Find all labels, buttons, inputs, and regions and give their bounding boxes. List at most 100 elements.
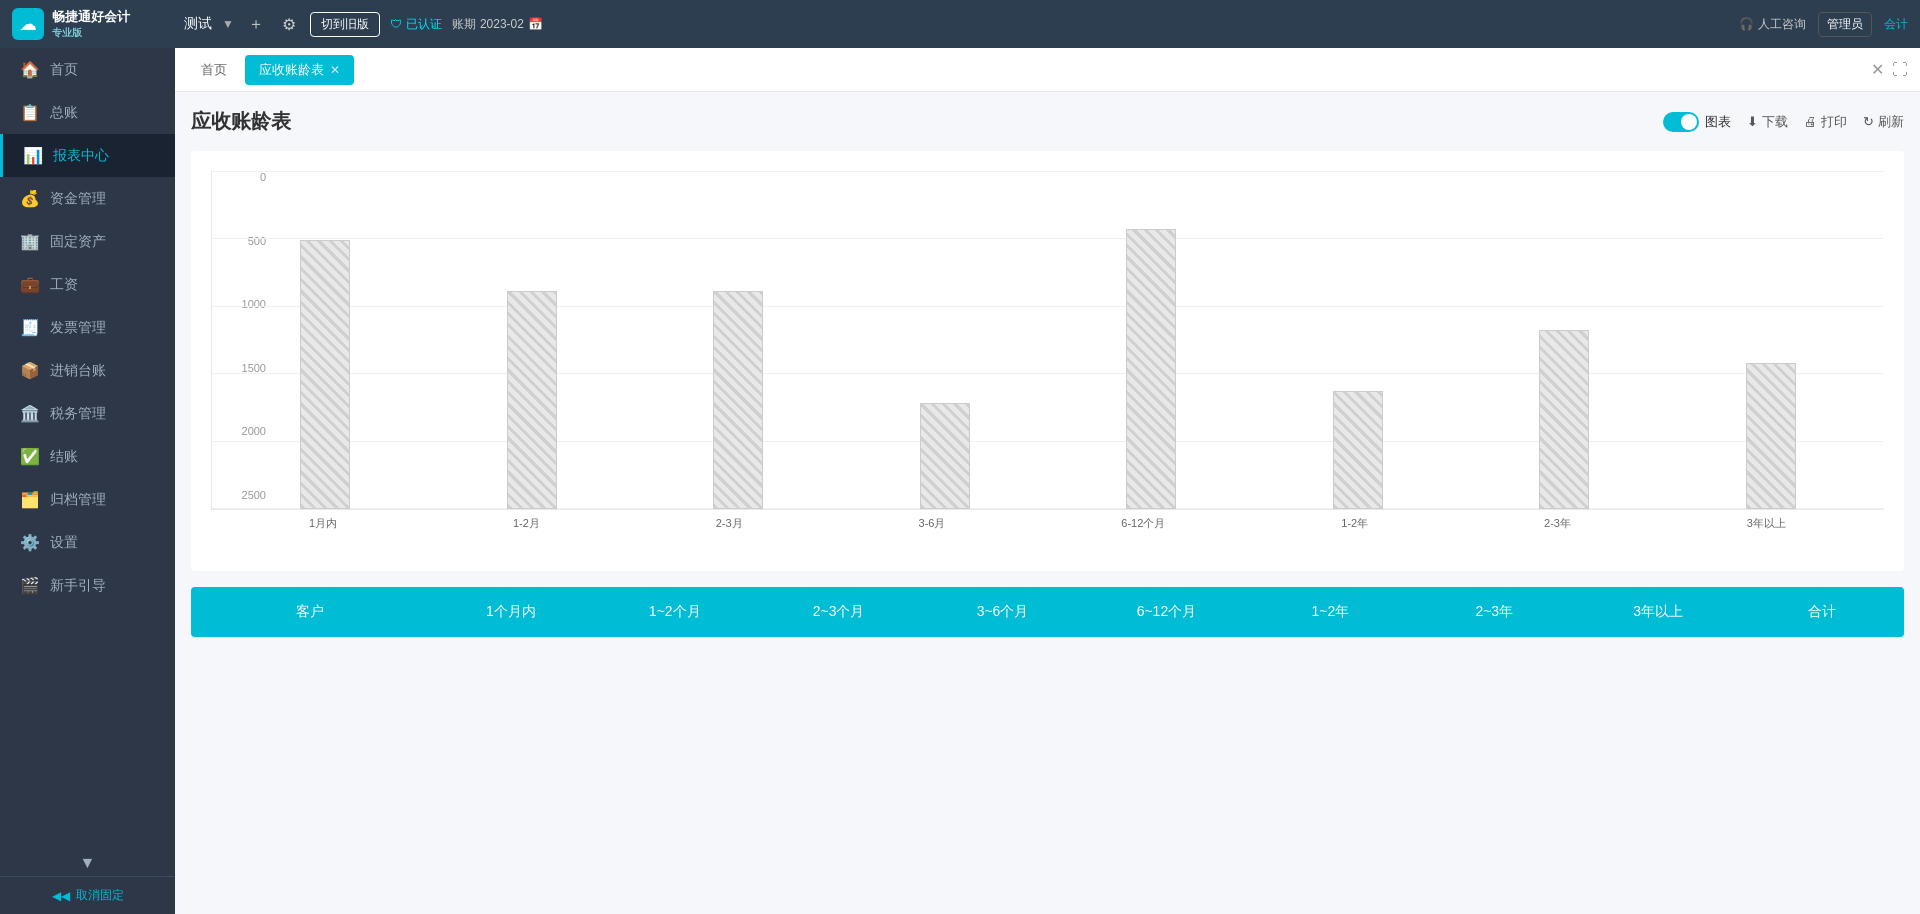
chart-inner: 1月内1-2月2-3月3-6月6-12个月1-2年2-3年3年以上 [211, 171, 1884, 531]
bar [507, 291, 557, 509]
sidebar-label-settings: 设置 [50, 534, 78, 552]
table-header-cell: 3年以上 [1576, 587, 1740, 637]
bar [1539, 330, 1589, 509]
period-info: 账期 2023-02 📅 [452, 16, 543, 33]
bar-group [507, 291, 557, 509]
tab-actions: ✕ ⛶ [1871, 60, 1908, 79]
chart-container: 25002000150010005000 [191, 151, 1904, 571]
table-header-cell: 6~12个月 [1084, 587, 1248, 637]
sidebar-item-invoice[interactable]: 🧾 发票管理 [0, 306, 175, 349]
dropdown-icon[interactable]: ▼ [222, 17, 234, 31]
sidebar-icon-archive: 🗂️ [20, 490, 40, 509]
sidebar-item-salary[interactable]: 💼 工资 [0, 263, 175, 306]
tab-home[interactable]: 首页 [187, 55, 241, 85]
sidebar-item-ledger[interactable]: 📋 总账 [0, 91, 175, 134]
sidebar-label-closing: 结账 [50, 448, 78, 466]
workspace-name: 测试 [184, 15, 212, 33]
certified-text: 已认证 [406, 16, 442, 33]
sidebar-scroll: 🏠 首页 📋 总账 📊 报表中心 💰 资金管理 🏢 固定资产 💼 工资 🧾 发票… [0, 48, 175, 850]
sidebar-item-settings[interactable]: ⚙️ 设置 [0, 521, 175, 564]
unfix-icon: ◀◀ [52, 889, 70, 903]
table-header-cell: 2~3年 [1412, 587, 1576, 637]
sidebar-item-funds[interactable]: 💰 资金管理 [0, 177, 175, 220]
main-layout: 🏠 首页 📋 总账 📊 报表中心 💰 资金管理 🏢 固定资产 💼 工资 🧾 发票… [0, 48, 1920, 914]
shield-icon: 🛡 [390, 17, 402, 31]
sidebar-label-ledger: 总账 [50, 104, 78, 122]
logo-area: ☁ 畅捷通好会计 专业版 [12, 8, 172, 40]
sidebar-icon-tax: 🏛️ [20, 404, 40, 423]
print-button[interactable]: 🖨 打印 [1804, 113, 1847, 131]
print-icon: 🖨 [1804, 114, 1817, 129]
download-button[interactable]: ⬇ 下载 [1747, 113, 1788, 131]
x-label: 2-3月 [716, 516, 743, 531]
table-header-cell: 1~2个月 [593, 587, 757, 637]
bar [713, 291, 763, 509]
add-button[interactable]: ＋ [244, 10, 268, 39]
close-tab-button[interactable]: ✕ [1871, 60, 1884, 79]
tab-bar: 首页应收账龄表 ✕ ✕ ⛶ [175, 48, 1920, 92]
x-label: 3年以上 [1747, 516, 1786, 531]
settings-icon[interactable]: ⚙ [278, 11, 300, 38]
logo-title: 畅捷通好会计 [52, 8, 130, 26]
bar-group [713, 291, 763, 509]
tab-close-btn[interactable]: ✕ [330, 63, 340, 77]
sidebar-icon-guide: 🎬 [20, 576, 40, 595]
bars-row [212, 171, 1884, 509]
switch-version-button[interactable]: 切到旧版 [310, 12, 380, 37]
sidebar-scroll-down[interactable]: ▼ [0, 850, 175, 876]
expand-button[interactable]: ⛶ [1892, 61, 1908, 79]
bar [1746, 363, 1796, 509]
sidebar-label-invoice: 发票管理 [50, 319, 106, 337]
x-label: 1月内 [309, 516, 337, 531]
sidebar-item-reports[interactable]: 📊 报表中心 [0, 134, 175, 177]
sidebar-label-salary: 工资 [50, 276, 78, 294]
role-button[interactable]: 会计 [1884, 16, 1908, 33]
refresh-icon: ↻ [1863, 114, 1874, 129]
refresh-button[interactable]: ↻ 刷新 [1863, 113, 1904, 131]
sidebar-icon-home: 🏠 [20, 60, 40, 79]
consult-button[interactable]: 🎧 人工咨询 [1739, 16, 1806, 33]
table-header-row: 客户1个月内1~2个月2~3个月3~6个月6~12个月1~2年2~3年3年以上合… [191, 587, 1904, 637]
table-header-cell: 2~3个月 [757, 587, 921, 637]
sidebar-icon-trade: 📦 [20, 361, 40, 380]
toggle-label: 图表 [1705, 113, 1731, 131]
unfix-button[interactable]: ◀◀ 取消固定 [0, 876, 175, 914]
content-area: 首页应收账龄表✕ ✕ ⛶ 应收账龄表 图表 ⬇ 下载 [175, 48, 1920, 914]
sidebar-item-guide[interactable]: 🎬 新手引导 [0, 564, 175, 607]
sidebar-icon-funds: 💰 [20, 189, 40, 208]
sidebar-item-archive[interactable]: 🗂️ 归档管理 [0, 478, 175, 521]
period-value: 2023-02 [480, 17, 524, 31]
bar-group [1126, 229, 1176, 509]
sidebar-item-assets[interactable]: 🏢 固定资产 [0, 220, 175, 263]
table-header-cell: 1个月内 [429, 587, 593, 637]
bar [920, 403, 970, 509]
x-label: 2-3年 [1544, 516, 1571, 531]
bar-group [1746, 363, 1796, 509]
sidebar-label-assets: 固定资产 [50, 233, 106, 251]
bar-group [1333, 391, 1383, 509]
x-label: 1-2年 [1341, 516, 1368, 531]
page-title: 应收账龄表 [191, 108, 291, 135]
tab-label: 应收账龄表 [259, 61, 324, 79]
user-button[interactable]: 管理员 [1818, 12, 1872, 37]
calendar-icon[interactable]: 📅 [528, 17, 543, 31]
sidebar-item-closing[interactable]: ✅ 结账 [0, 435, 175, 478]
sidebar-item-tax[interactable]: 🏛️ 税务管理 [0, 392, 175, 435]
bar-group [1539, 330, 1589, 509]
sidebar-icon-invoice: 🧾 [20, 318, 40, 337]
table-header-cell: 1~2年 [1248, 587, 1412, 637]
sidebar-item-home[interactable]: 🏠 首页 [0, 48, 175, 91]
toggle-wrap: 图表 [1663, 112, 1731, 132]
download-icon: ⬇ [1747, 114, 1758, 129]
top-header: ☁ 畅捷通好会计 专业版 测试 ▼ ＋ ⚙ 切到旧版 🛡 已认证 账期 2023… [0, 0, 1920, 48]
period-label: 账期 [452, 16, 476, 33]
certified-badge: 🛡 已认证 [390, 16, 442, 33]
sidebar-icon-salary: 💼 [20, 275, 40, 294]
chart-grid-area [211, 171, 1884, 510]
logo-icon: ☁ [12, 8, 44, 40]
sidebar-item-trade[interactable]: 📦 进销台账 [0, 349, 175, 392]
tab-aging[interactable]: 应收账龄表 ✕ [245, 55, 354, 85]
sidebar-label-home: 首页 [50, 61, 78, 79]
x-labels: 1月内1-2月2-3月3-6月6-12个月1-2年2-3年3年以上 [211, 510, 1884, 531]
chart-toggle[interactable] [1663, 112, 1699, 132]
